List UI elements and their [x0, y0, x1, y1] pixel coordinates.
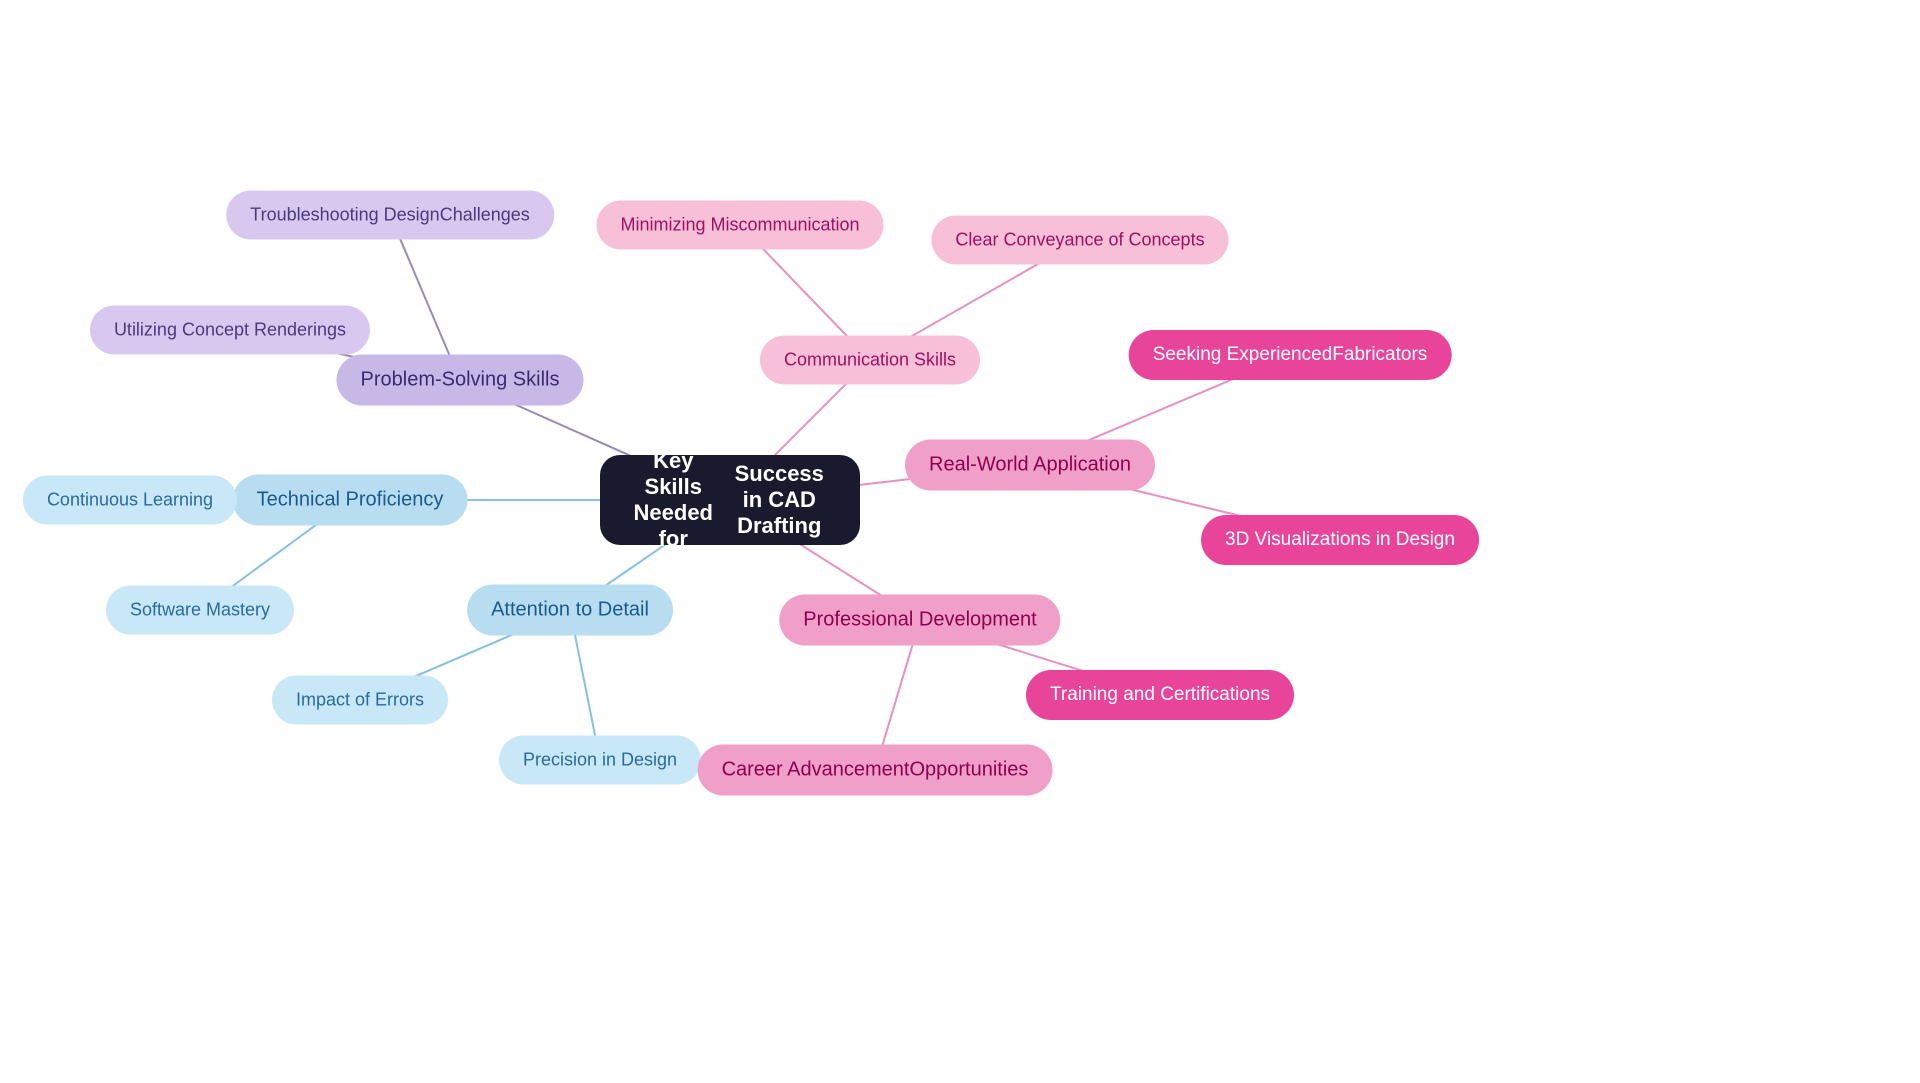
- node-attentionToDetail: Attention to Detail: [467, 585, 673, 636]
- node-center: Key Skills Needed forSuccess in CAD Draf…: [600, 455, 860, 545]
- node-trainingCerts: Training and Certifications: [1026, 670, 1294, 720]
- node-troubleshooting: Troubleshooting DesignChallenges: [226, 191, 554, 240]
- node-threeDVisualizations: 3D Visualizations in Design: [1201, 515, 1479, 565]
- node-problemSolving: Problem-Solving Skills: [337, 355, 584, 406]
- mind-map-container: Key Skills Needed forSuccess in CAD Draf…: [0, 0, 1920, 1083]
- node-seekingFabricators: Seeking ExperiencedFabricators: [1129, 330, 1452, 380]
- node-clearConveyance: Clear Conveyance of Concepts: [931, 216, 1228, 265]
- node-softwareMastery: Software Mastery: [106, 586, 294, 635]
- node-precisionInDesign: Precision in Design: [499, 736, 701, 785]
- node-continuousLearning: Continuous Learning: [23, 476, 237, 525]
- node-communicationSkills: Communication Skills: [760, 336, 980, 385]
- node-impactOfErrors: Impact of Errors: [272, 676, 448, 725]
- node-realWorldApp: Real-World Application: [905, 440, 1155, 491]
- node-technicalProficiency: Technical Proficiency: [233, 475, 468, 526]
- node-minimizingMiscomm: Minimizing Miscommunication: [596, 201, 883, 250]
- node-careerAdvancement: Career AdvancementOpportunities: [698, 745, 1053, 796]
- node-professionalDev: Professional Development: [779, 595, 1060, 646]
- connections-svg: [0, 0, 1920, 1083]
- node-utilizingConcept: Utilizing Concept Renderings: [90, 306, 370, 355]
